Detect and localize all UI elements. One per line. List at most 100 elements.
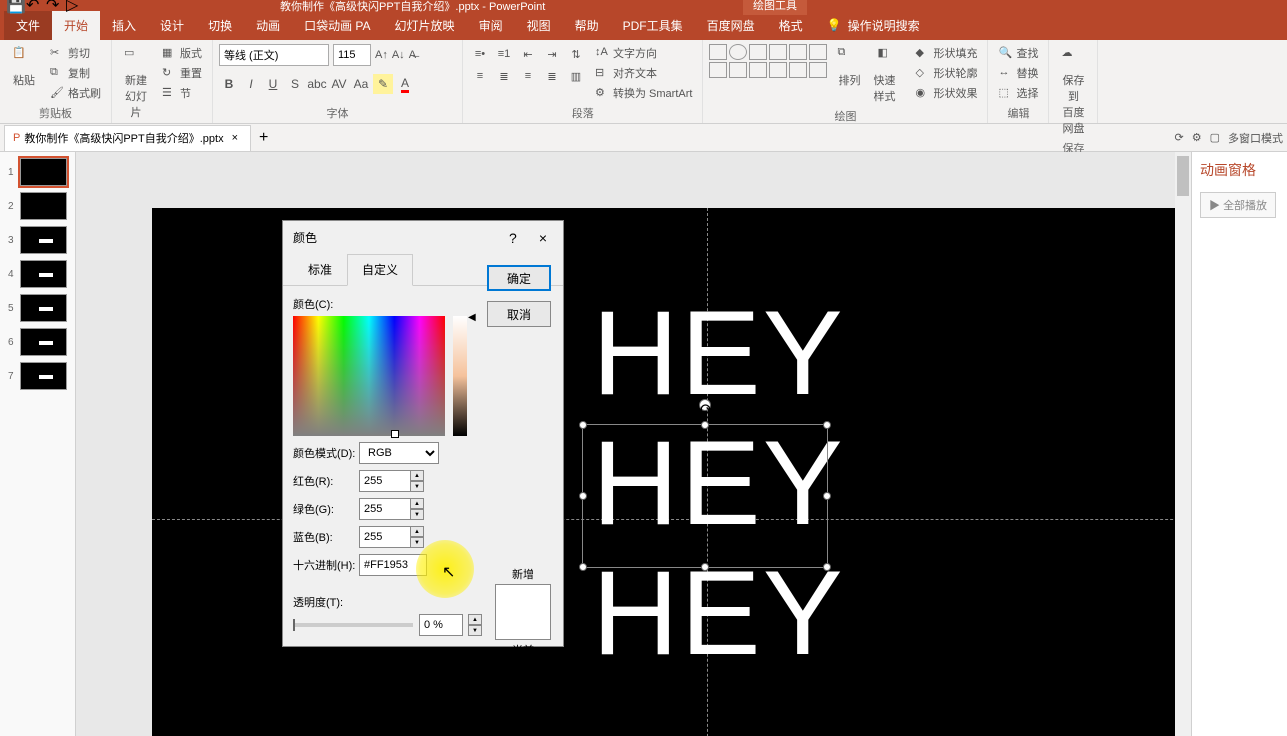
format-painter-button[interactable]: 🖌格式刷: [46, 84, 105, 102]
red-down[interactable]: ▼: [410, 481, 424, 492]
blue-input[interactable]: [359, 526, 411, 548]
thumb-6[interactable]: [20, 328, 67, 356]
dialog-help-button[interactable]: ?: [503, 230, 523, 246]
shadow-button[interactable]: abc: [307, 74, 327, 94]
vertical-scrollbar[interactable]: [1175, 152, 1191, 736]
hex-input[interactable]: [359, 554, 427, 576]
new-slide-button[interactable]: ▭ 新建 幻灯片: [118, 44, 154, 122]
handle-mr[interactable]: [823, 492, 831, 500]
shape-effects-button[interactable]: ◉形状效果: [911, 84, 981, 102]
tab-home[interactable]: 开始: [52, 11, 100, 40]
handle-tr[interactable]: [823, 421, 831, 429]
gear-icon[interactable]: ⚙: [1192, 131, 1202, 144]
thumb-2[interactable]: [20, 192, 67, 220]
font-size-select[interactable]: [333, 44, 371, 66]
add-tab-button[interactable]: +: [251, 125, 276, 151]
tab-view[interactable]: 视图: [515, 11, 563, 40]
shape-12[interactable]: [809, 62, 827, 78]
char-spacing-button[interactable]: AV: [329, 74, 349, 94]
red-up[interactable]: ▲: [410, 470, 424, 481]
save-icon[interactable]: 💾: [6, 0, 20, 9]
align-center-button[interactable]: ≣: [493, 66, 515, 86]
handle-bl[interactable]: [579, 563, 587, 571]
highlight-button[interactable]: ✎: [373, 74, 393, 94]
baidu-save-button[interactable]: ☁ 保存到 百度网盘: [1055, 44, 1091, 138]
select-button[interactable]: ⬚选择: [994, 84, 1042, 102]
arrange-button[interactable]: ⧉ 排列: [831, 44, 867, 90]
green-up[interactable]: ▲: [410, 498, 424, 509]
handle-br[interactable]: [823, 563, 831, 571]
shape-rect[interactable]: [709, 44, 727, 60]
line-spacing-button[interactable]: ⇅: [565, 44, 587, 64]
handle-bc[interactable]: [701, 563, 709, 571]
tab-pocket-anim[interactable]: 口袋动画 PA: [292, 11, 382, 40]
undo-icon[interactable]: ↶: [26, 0, 40, 9]
slide-canvas[interactable]: HEY HEY HEY ⟳: [76, 152, 1191, 736]
shape-9[interactable]: [749, 62, 767, 78]
document-tab[interactable]: P 教你制作《高级快闪PPT自我介绍》.pptx ×: [4, 125, 251, 151]
shape-outline-button[interactable]: ◇形状轮廓: [911, 64, 981, 82]
thumb-5[interactable]: [20, 294, 67, 322]
refresh-icon[interactable]: ⟳: [1175, 131, 1184, 144]
tab-pdf[interactable]: PDF工具集: [611, 11, 695, 40]
redo-icon[interactable]: ↷: [46, 0, 60, 9]
font-color-button[interactable]: A: [395, 74, 415, 94]
green-input[interactable]: [359, 498, 411, 520]
tab-transitions[interactable]: 切换: [196, 11, 244, 40]
tab-custom[interactable]: 自定义: [347, 254, 413, 286]
shape-8[interactable]: [729, 62, 747, 78]
bold-button[interactable]: B: [219, 74, 239, 94]
increase-font-icon[interactable]: A↑: [375, 49, 388, 61]
shape-arrow[interactable]: [769, 44, 787, 60]
italic-button[interactable]: I: [241, 74, 261, 94]
blue-down[interactable]: ▼: [410, 537, 424, 548]
start-icon[interactable]: ▷: [66, 0, 80, 9]
textbox-selection[interactable]: ⟳: [582, 424, 828, 568]
red-input[interactable]: [359, 470, 411, 492]
transp-up[interactable]: ▲: [468, 614, 482, 625]
dialog-titlebar[interactable]: 颜色 ? ×: [283, 221, 563, 254]
blue-up[interactable]: ▲: [410, 526, 424, 537]
change-case-button[interactable]: Aa: [351, 74, 371, 94]
replace-button[interactable]: ↔替换: [994, 64, 1042, 82]
tab-slideshow[interactable]: 幻灯片放映: [383, 11, 467, 40]
indent-dec-button[interactable]: ⇤: [517, 44, 539, 64]
dialog-close-button[interactable]: ×: [533, 230, 553, 246]
find-button[interactable]: 🔍查找: [994, 44, 1042, 62]
justify-button[interactable]: ≣: [541, 66, 563, 86]
shape-fill-button[interactable]: ◆形状填充: [911, 44, 981, 62]
thumb-1[interactable]: [20, 158, 67, 186]
handle-ml[interactable]: [579, 492, 587, 500]
tab-review[interactable]: 审阅: [467, 11, 515, 40]
shape-oval[interactable]: [729, 44, 747, 60]
slide-text-1[interactable]: HEY: [592, 284, 845, 422]
rotate-handle[interactable]: ⟳: [699, 399, 711, 411]
copy-button[interactable]: ⧉复制: [46, 64, 105, 82]
transparency-input[interactable]: [419, 614, 463, 636]
transp-down[interactable]: ▼: [468, 625, 482, 636]
tab-design[interactable]: 设计: [148, 11, 196, 40]
tab-animations[interactable]: 动画: [244, 11, 292, 40]
underline-button[interactable]: U: [263, 74, 283, 94]
quick-styles-button[interactable]: ◧ 快速样式: [871, 44, 907, 106]
color-crosshair[interactable]: [391, 430, 399, 438]
multi-window-label[interactable]: 多窗口模式: [1228, 130, 1283, 146]
handle-tl[interactable]: [579, 421, 587, 429]
luminance-strip[interactable]: ◀: [453, 316, 467, 436]
cut-button[interactable]: ✂剪切: [46, 44, 105, 62]
transparency-slider[interactable]: [293, 623, 413, 627]
font-name-select[interactable]: [219, 44, 329, 66]
clear-format-icon[interactable]: A̶: [409, 49, 416, 61]
section-button[interactable]: ☰节: [158, 84, 206, 102]
thumb-7[interactable]: [20, 362, 67, 390]
align-text-button[interactable]: ⊟对齐文本: [591, 64, 696, 82]
color-field[interactable]: [293, 316, 445, 436]
reset-button[interactable]: ↻重置: [158, 64, 206, 82]
scrollbar-thumb[interactable]: [1177, 156, 1189, 196]
shape-11[interactable]: [789, 62, 807, 78]
align-left-button[interactable]: ≡: [469, 66, 491, 86]
window-icon[interactable]: ▢: [1210, 131, 1220, 144]
tab-file[interactable]: 文件: [4, 11, 52, 40]
shape-tri[interactable]: [749, 44, 767, 60]
shape-line[interactable]: [809, 44, 827, 60]
